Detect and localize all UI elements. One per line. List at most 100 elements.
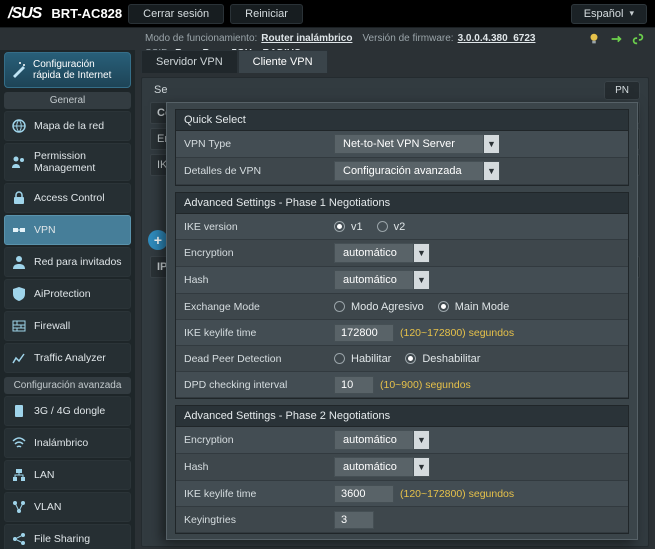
field-label: Encryption	[184, 247, 334, 259]
vpn-settings-modal: Quick Select VPN Type Net-to-Net VPN Ser…	[166, 102, 638, 540]
lock-icon	[11, 190, 27, 206]
sidebar-item-wireless[interactable]: Inalámbrico	[4, 428, 131, 458]
add-button[interactable]: +	[148, 230, 168, 250]
sidebar-item-vlan[interactable]: VLAN	[4, 492, 131, 522]
hash2-select[interactable]: automático▼	[334, 457, 430, 477]
page-panel: Se PN Co En IKE + IP Quick Select VPN Ty…	[141, 77, 649, 547]
sidebar-item-traffic[interactable]: Traffic Analyzer	[4, 343, 131, 373]
field-label: IKE version	[184, 221, 334, 233]
mode-value[interactable]: Router inalámbrico	[261, 33, 352, 44]
group-title: Advanced Settings - Phase 2 Negotiations	[176, 406, 628, 427]
pn-button[interactable]: PN	[604, 81, 640, 100]
ike-v1-radio[interactable]	[334, 221, 345, 232]
logout-button[interactable]: Cerrar sesión	[128, 4, 224, 24]
phase1-group: Advanced Settings - Phase 1 Negotiations…	[175, 192, 629, 399]
field-label: Detalles de VPN	[184, 165, 334, 177]
fw-value[interactable]: 3.0.0.4.380_6723	[458, 33, 536, 44]
chevron-down-icon[interactable]: ▼	[414, 270, 430, 290]
link-icon[interactable]	[631, 32, 645, 44]
keyingtries-input[interactable]	[334, 511, 374, 529]
sidebar: Configuración rápida de Internet General…	[0, 50, 135, 549]
map-icon	[11, 118, 27, 134]
chevron-down-icon[interactable]: ▼	[414, 430, 430, 450]
vpn-type-select[interactable]: Net-to-Net VPN Server ▼	[334, 134, 500, 154]
reboot-button[interactable]: Reiniciar	[230, 4, 303, 24]
chart-icon	[11, 350, 27, 366]
sidebar-item-vpn[interactable]: VPN	[4, 215, 131, 245]
vlan-icon	[11, 499, 27, 515]
main-content: Servidor VPN Cliente VPN Se PN Co En IKE…	[135, 50, 655, 549]
sidebar-item-permission[interactable]: Permission Management	[4, 143, 131, 181]
ike-keylife-input[interactable]	[334, 324, 394, 342]
sidebar-item-label: AiProtection	[34, 288, 91, 300]
guest-icon	[11, 254, 27, 270]
brand-logo: /SUS	[8, 5, 41, 23]
mode-main-radio[interactable]	[438, 301, 449, 312]
radio-label: Deshabilitar	[422, 353, 480, 365]
sidebar-item-label: Red para invitados	[34, 256, 122, 268]
sidebar-item-label: Mapa de la red	[34, 120, 104, 132]
sidebar-item-label: Access Control	[34, 192, 105, 204]
sidebar-item-dongle[interactable]: 3G / 4G dongle	[4, 396, 131, 426]
mode-aggressive-radio[interactable]	[334, 301, 345, 312]
dpd-interval-input[interactable]	[334, 376, 374, 394]
usb-icon[interactable]	[609, 32, 623, 44]
sidebar-item-aiprotection[interactable]: AiProtection	[4, 279, 131, 309]
hash-select[interactable]: automático▼	[334, 270, 430, 290]
users-icon	[11, 154, 27, 170]
encryption2-select[interactable]: automático▼	[334, 430, 430, 450]
language-select[interactable]: Español	[571, 4, 647, 24]
mode-label: Modo de funcionamiento:	[145, 33, 257, 44]
field-label: Hash	[184, 461, 334, 473]
sidebar-item-label: LAN	[34, 469, 54, 481]
wifi-icon	[11, 435, 27, 451]
sidebar-item-guest[interactable]: Red para invitados	[4, 247, 131, 277]
lan-icon	[11, 467, 27, 483]
encryption-select[interactable]: automático▼	[334, 243, 430, 263]
bulb-icon[interactable]	[587, 32, 601, 44]
select-value: Net-to-Net VPN Server	[334, 134, 484, 154]
tab-vpn-server[interactable]: Servidor VPN	[141, 50, 238, 73]
select-value: automático	[334, 270, 414, 290]
radio-label: Main Mode	[455, 301, 509, 313]
section-general: General	[4, 92, 131, 109]
ike-v2-radio[interactable]	[377, 221, 388, 232]
chevron-down-icon[interactable]: ▼	[414, 243, 430, 263]
sidebar-item-label: Firewall	[34, 320, 70, 332]
field-label: Keyingtries	[184, 514, 334, 526]
sidebar-item-access-control[interactable]: Access Control	[4, 183, 131, 213]
sidebar-item-label: VPN	[34, 224, 56, 236]
quick-setup-button[interactable]: Configuración rápida de Internet	[4, 52, 131, 88]
status-icons	[587, 32, 645, 44]
sidebar-item-label: 3G / 4G dongle	[34, 405, 105, 417]
field-label: DPD checking interval	[184, 379, 334, 391]
field-label: Encryption	[184, 434, 334, 446]
language-label: Español	[584, 8, 624, 20]
group-title: Quick Select	[176, 110, 628, 131]
dongle-icon	[11, 403, 27, 419]
sidebar-item-label: Permission Management	[34, 150, 124, 174]
header-bar: /SUS BRT-AC828 Cerrar sesión Reiniciar E…	[0, 0, 655, 28]
sidebar-item-lan[interactable]: LAN	[4, 460, 131, 490]
ike-keylife2-input[interactable]	[334, 485, 394, 503]
radio-label: v1	[351, 221, 363, 233]
vpn-detail-select[interactable]: Configuración avanzada ▼	[334, 161, 500, 181]
sidebar-item-label: File Sharing	[34, 533, 90, 545]
share-icon	[11, 531, 27, 547]
sidebar-item-network-map[interactable]: Mapa de la red	[4, 111, 131, 141]
field-label: Exchange Mode	[184, 301, 334, 313]
field-hint: (120~172800) segundos	[400, 327, 514, 339]
select-value: Configuración avanzada	[334, 161, 484, 181]
sidebar-item-fileshare[interactable]: File Sharing	[4, 524, 131, 549]
sidebar-item-firewall[interactable]: Firewall	[4, 311, 131, 341]
field-label: IKE keylife time	[184, 488, 334, 500]
chevron-down-icon[interactable]: ▼	[484, 161, 500, 181]
tab-vpn-client[interactable]: Cliente VPN	[238, 50, 328, 73]
chevron-down-icon[interactable]: ▼	[484, 134, 500, 154]
vpn-icon	[11, 222, 27, 238]
sidebar-item-label: VLAN	[34, 501, 61, 513]
dpd-disable-radio[interactable]	[405, 353, 416, 364]
chevron-down-icon[interactable]: ▼	[414, 457, 430, 477]
dpd-enable-radio[interactable]	[334, 353, 345, 364]
fw-label: Versión de firmware:	[362, 33, 453, 44]
